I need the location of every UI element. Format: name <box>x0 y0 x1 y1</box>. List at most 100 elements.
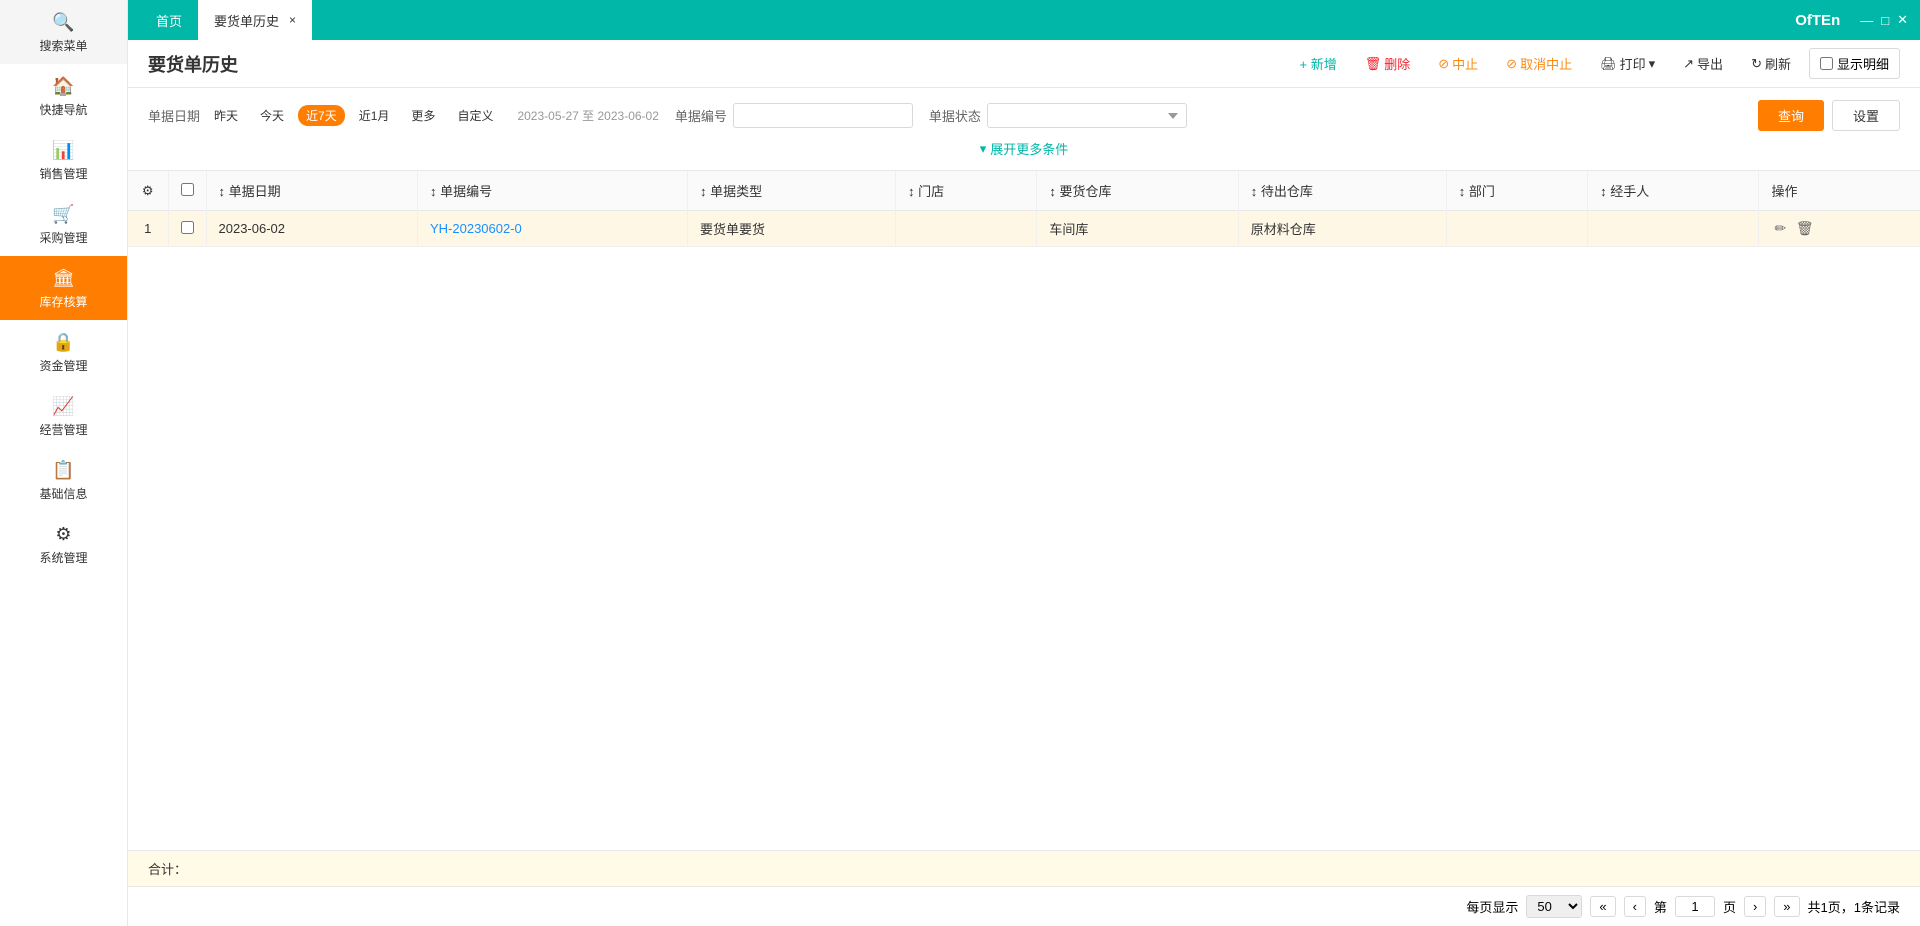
th-pending-warehouse[interactable]: ↕ 待出仓库 <box>1238 171 1446 211</box>
doc-no-input[interactable] <box>733 103 913 128</box>
date-btn-more[interactable]: 更多 <box>403 105 443 126</box>
date-btn-today[interactable]: 今天 <box>252 105 292 126</box>
th-req-warehouse[interactable]: ↕ 要货仓库 <box>1037 171 1238 211</box>
export-button[interactable]: ↗ 导出 <box>1673 49 1733 78</box>
sidebar-item-search[interactable]: 🔍 搜索菜单 <box>0 0 127 64</box>
sidebar-item-inventory[interactable]: 🏛 库存核算 <box>0 256 127 320</box>
date-btn-7days[interactable]: 近7天 <box>298 105 345 126</box>
prev-page-btn[interactable]: ‹ <box>1624 896 1646 917</box>
operation-icon: 📈 <box>52 396 74 417</box>
sidebar-item-basic-info[interactable]: 📋 基础信息 <box>0 448 127 512</box>
doc-no-link[interactable]: YH-20230602-0 <box>430 221 522 236</box>
tab-requisition-label: 要货单历史 <box>214 11 279 30</box>
row-checkbox <box>168 211 206 247</box>
cell-department <box>1446 211 1587 247</box>
th-department[interactable]: ↕ 部门 <box>1446 171 1587 211</box>
refresh-button[interactable]: ↻ 刷新 <box>1741 49 1801 78</box>
date-btn-yesterday[interactable]: 昨天 <box>206 105 246 126</box>
date-btn-1month[interactable]: 近1月 <box>351 105 398 126</box>
maximize-btn[interactable]: □ <box>1881 13 1889 28</box>
basic-info-icon: 📋 <box>52 460 74 481</box>
sidebar-item-sales[interactable]: 📊 销售管理 <box>0 128 127 192</box>
per-page-select[interactable]: 50 100 <box>1526 895 1582 918</box>
finance-icon: 🔒 <box>52 332 74 353</box>
cancel-stop-button[interactable]: ⊘ 取消中止 <box>1496 49 1582 78</box>
th-handler[interactable]: ↕ 经手人 <box>1588 171 1759 211</box>
date-range-text: 2023-05-27 至 2023-06-02 <box>517 107 658 124</box>
purchase-icon: 🛒 <box>52 204 74 225</box>
page-number-input[interactable] <box>1675 896 1715 917</box>
export-icon: ↗ <box>1683 56 1694 72</box>
action-delete-icon[interactable]: 🗑 <box>1796 220 1814 236</box>
system-icon: ⚙ <box>55 524 71 545</box>
show-detail-checkbox[interactable] <box>1820 57 1833 70</box>
row-select-checkbox[interactable] <box>181 221 194 234</box>
sidebar-item-system-label: 系统管理 <box>39 549 87 566</box>
cell-pending-warehouse: 原材料仓库 <box>1238 211 1446 247</box>
sidebar-item-operation-label: 经营管理 <box>39 421 87 438</box>
th-doc-date[interactable]: ↕ 单据日期 <box>206 171 417 211</box>
first-page-btn[interactable]: « <box>1590 896 1615 917</box>
status-filter: 单据状态 <box>929 103 1187 128</box>
new-button[interactable]: + 新增 <box>1289 49 1346 78</box>
cancel-stop-icon: ⊘ <box>1506 56 1517 72</box>
th-doc-no[interactable]: ↕ 单据编号 <box>417 171 687 211</box>
close-btn[interactable]: ✕ <box>1897 12 1908 28</box>
minimize-btn[interactable]: — <box>1860 13 1873 28</box>
filter-area: 单据日期 昨天 今天 近7天 近1月 更多 自定义 2023-05-27 至 2… <box>128 88 1920 171</box>
status-label: 单据状态 <box>929 106 981 125</box>
search-menu-icon: 🔍 <box>52 12 74 33</box>
query-button[interactable]: 查询 <box>1758 100 1824 131</box>
cell-store <box>896 211 1037 247</box>
quick-nav-icon: 🏠 <box>52 76 74 97</box>
date-range-display: 2023-05-27 至 2023-06-02 <box>517 107 658 124</box>
th-checkbox <box>168 171 206 211</box>
total-info: 共1页，1条记录 <box>1808 897 1900 916</box>
cell-doc-type: 要货单要货 <box>687 211 895 247</box>
delete-button[interactable]: 🗑 删除 <box>1355 49 1421 78</box>
cell-req-warehouse: 车间库 <box>1037 211 1238 247</box>
expand-more-btn[interactable]: ▾ 展开更多条件 <box>980 139 1069 158</box>
date-btn-custom[interactable]: 自定义 <box>449 105 501 126</box>
expand-icon: ▾ <box>980 141 987 157</box>
next-page-btn[interactable]: › <box>1744 896 1766 917</box>
th-store[interactable]: ↕ 门店 <box>896 171 1037 211</box>
per-page-label: 每页显示 <box>1466 897 1518 916</box>
sidebar-item-purchase[interactable]: 🛒 采购管理 <box>0 192 127 256</box>
main-content: 首页 要货单历史 × OfTEn — □ ✕ 要货单历史 + 新增 🗑 删除 ⊘… <box>128 0 1920 926</box>
tab-close-icon[interactable]: × <box>289 13 296 27</box>
select-all-checkbox[interactable] <box>181 183 194 196</box>
total-label: 合计： <box>148 859 187 878</box>
page-title: 要货单历史 <box>148 51 238 77</box>
sidebar-item-operation[interactable]: 📈 经营管理 <box>0 384 127 448</box>
sidebar-item-purchase-label: 采购管理 <box>39 229 87 246</box>
sidebar-item-sales-label: 销售管理 <box>39 165 87 182</box>
tab-requisition-history[interactable]: 要货单历史 × <box>198 0 312 40</box>
expand-section: ▾ 展开更多条件 <box>148 139 1900 158</box>
page-suffix: 页 <box>1723 897 1736 916</box>
toolbar-left: 要货单历史 <box>148 51 238 77</box>
sidebar-item-finance[interactable]: 🔒 资金管理 <box>0 320 127 384</box>
sidebar-item-quick-nav[interactable]: 🏠 快捷导航 <box>0 64 127 128</box>
refresh-icon: ↻ <box>1751 56 1762 72</box>
status-select[interactable] <box>987 103 1187 128</box>
stop-button[interactable]: ⊘ 中止 <box>1428 49 1488 78</box>
print-icon: 🖨 <box>1600 56 1617 72</box>
settings-button[interactable]: 设置 <box>1832 100 1900 131</box>
action-edit-icon[interactable]: ✏ <box>1774 220 1786 236</box>
cell-doc-date: 2023-06-02 <box>206 211 417 247</box>
print-button[interactable]: 🖨 打印 ▾ <box>1590 49 1665 78</box>
th-settings[interactable]: ⚙ <box>128 171 168 211</box>
sidebar-item-search-label: 搜索菜单 <box>39 37 87 54</box>
sidebar-item-quick-nav-label: 快捷导航 <box>39 101 87 118</box>
last-page-btn[interactable]: » <box>1774 896 1799 917</box>
table-header: ⚙ ↕ 单据日期 ↕ 单据编号 ↕ 单据类型 <box>128 171 1920 211</box>
tab-home[interactable]: 首页 <box>140 0 198 40</box>
th-doc-type[interactable]: ↕ 单据类型 <box>687 171 895 211</box>
show-detail-button[interactable]: 显示明细 <box>1809 48 1900 79</box>
table-body: 1 2023-06-02 YH-20230602-0 要货单要货 车间库 原材料… <box>128 211 1920 247</box>
data-table: ⚙ ↕ 单据日期 ↕ 单据编号 ↕ 单据类型 <box>128 171 1920 247</box>
cell-action: ✏ 🗑 <box>1759 211 1920 247</box>
sidebar-item-system[interactable]: ⚙ 系统管理 <box>0 512 127 576</box>
topbar: 首页 要货单历史 × OfTEn — □ ✕ <box>128 0 1920 40</box>
